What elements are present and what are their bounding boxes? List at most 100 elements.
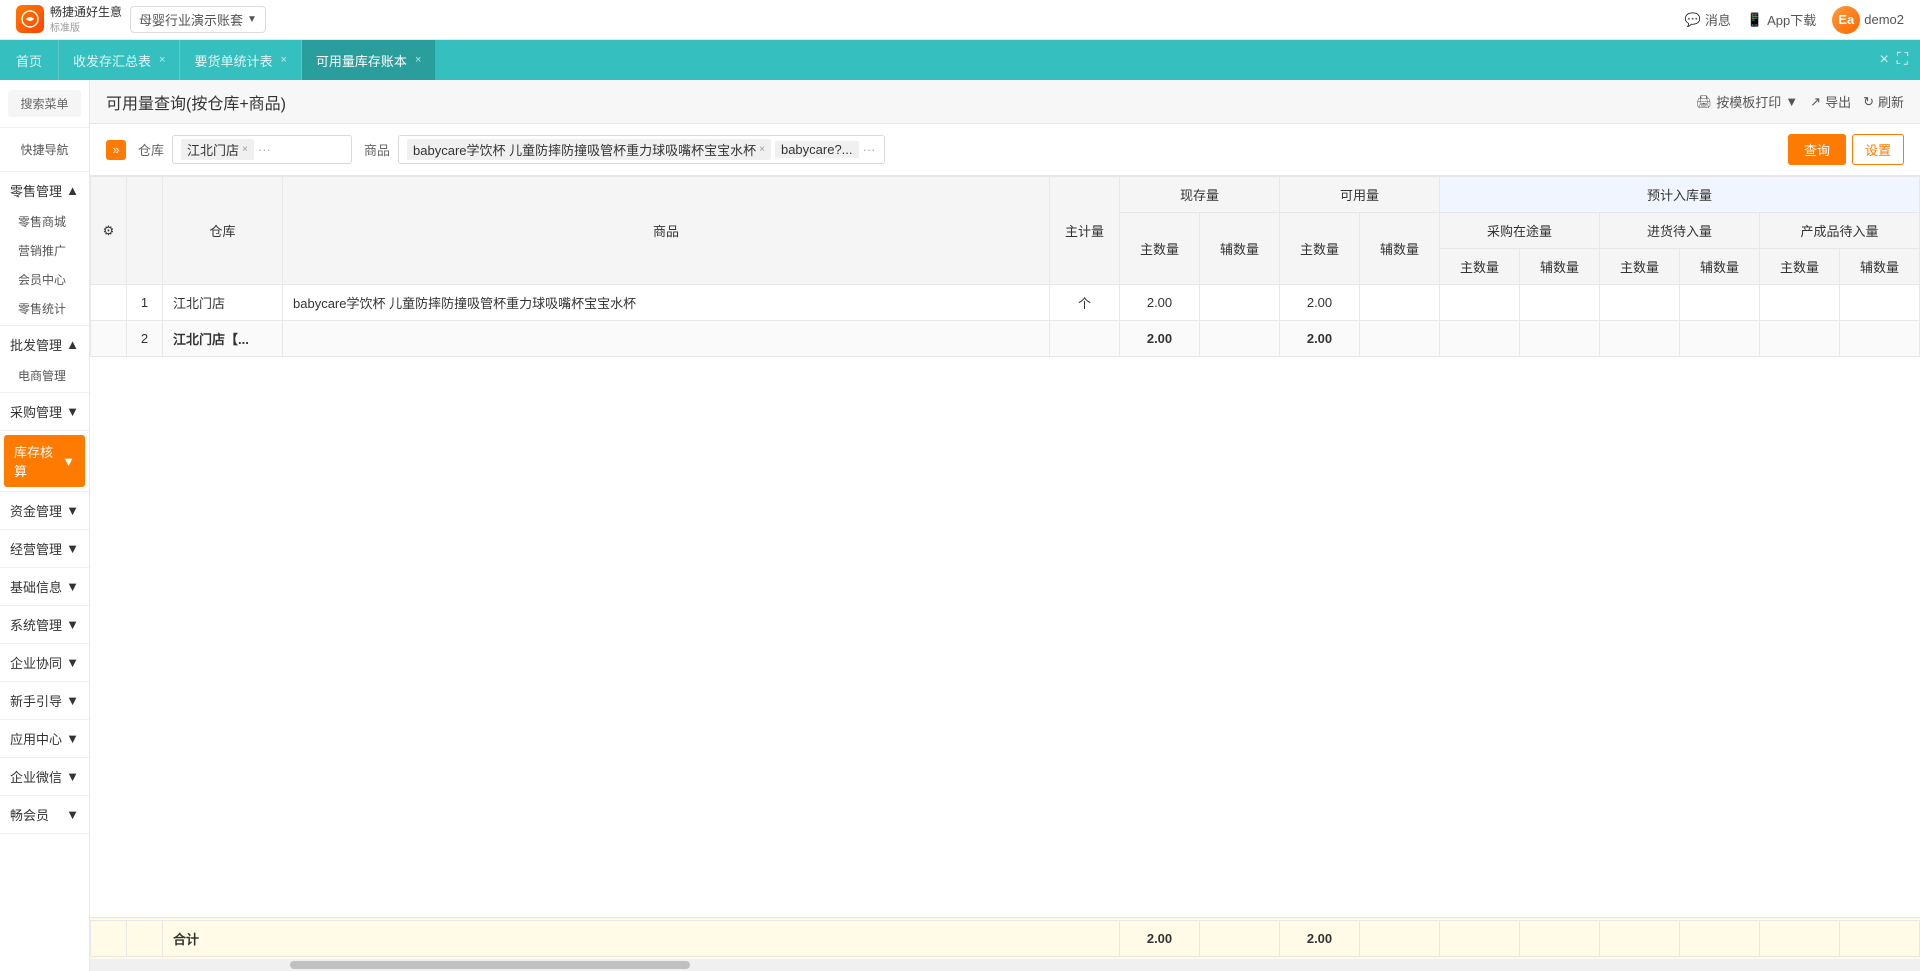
col-avail-main: 主数量 <box>1280 213 1360 285</box>
user-profile[interactable]: Ea demo2 <box>1832 6 1904 34</box>
sidebar-item-ecommerce[interactable]: 电商管理 <box>0 361 89 390</box>
horizontal-scrollbar[interactable] <box>90 959 1920 971</box>
app-download-action[interactable]: 📱 App下载 <box>1747 10 1816 29</box>
page-header: 可用量查询(按仓库+商品) 🖨 按模板打印 ▼ ↗ 导出 ↻ 刷新 <box>90 80 1920 124</box>
sidebar-section-wholesale-chevron: ▲ <box>66 337 79 352</box>
sidebar-section-purchase-chevron: ▼ <box>66 404 79 419</box>
footer-inbound-aux <box>1680 921 1760 957</box>
sidebar-section-appcenter-chevron: ▼ <box>66 731 79 746</box>
footer-row: 合计 2.00 2.00 <box>91 921 1920 957</box>
sidebar-section-newbie-header[interactable]: 新手引导 ▼ <box>0 684 89 717</box>
tab-receivables[interactable]: 收发存汇总表 × <box>59 40 180 80</box>
row2-current-main: 2.00 <box>1120 321 1200 357</box>
refresh-action[interactable]: ↻ 刷新 <box>1863 92 1904 111</box>
row1-purchase-main <box>1440 285 1520 321</box>
footer-production-aux <box>1840 921 1920 957</box>
product-filter-dots[interactable]: ··· <box>863 142 876 157</box>
row2-production-aux <box>1840 321 1920 357</box>
col-current-aux: 辅数量 <box>1200 213 1280 285</box>
footer-avail-total: 2.00 <box>1280 921 1360 957</box>
sidebar-section-wechat-header[interactable]: 企业微信 ▼ <box>0 760 89 793</box>
column-settings-icon[interactable]: ⚙ <box>103 223 115 238</box>
product-input[interactable]: babycare学饮杯 儿童防摔防撞吸管杯重力球吸嘴杯宝宝水杯 × babyca… <box>398 135 884 164</box>
export-icon: ↗ <box>1810 94 1821 110</box>
sidebar-section-base-chevron: ▼ <box>66 579 79 594</box>
avatar-text: Ea <box>1838 12 1854 27</box>
sidebar-item-retail-stats[interactable]: 零售统计 <box>0 294 89 323</box>
tab-close-all-icon[interactable]: × <box>1879 51 1888 69</box>
tab-available-stock[interactable]: 可用量库存账本 × <box>302 40 436 80</box>
footer-purchase-transit-main <box>1440 921 1520 957</box>
sidebar-item-marketing[interactable]: 营销推广 <box>0 236 89 265</box>
content-area: 可用量查询(按仓库+商品) 🖨 按模板打印 ▼ ↗ 导出 ↻ 刷新 <box>90 80 1920 971</box>
tab-available-stock-label: 可用量库存账本 <box>316 51 407 70</box>
sidebar-section-operations-chevron: ▼ <box>66 541 79 556</box>
sidebar-item-retail-mall[interactable]: 零售商城 <box>0 207 89 236</box>
sidebar-section-base-header[interactable]: 基础信息 ▼ <box>0 570 89 603</box>
query-button[interactable]: 查询 <box>1788 134 1846 165</box>
search-menu-button[interactable]: 搜索菜单 <box>8 90 81 117</box>
print-action[interactable]: 🖨 按模板打印 ▼ <box>1696 92 1798 111</box>
sidebar-section-wechat-chevron: ▼ <box>66 769 79 784</box>
row2-current-aux <box>1200 321 1280 357</box>
product-tag-1-close-icon[interactable]: × <box>759 144 765 155</box>
sidebar-section-appcenter-header[interactable]: 应用中心 ▼ <box>0 722 89 755</box>
tab-maximize-icon[interactable]: ⛶ <box>1897 51 1908 69</box>
row1-avail-main: 2.00 <box>1280 285 1360 321</box>
col-production-pending: 产成品待入量 <box>1760 213 1920 249</box>
nav-tabs-bar: 首页 收发存汇总表 × 要货单统计表 × 可用量库存账本 × × ⛶ <box>0 40 1920 80</box>
row2-production-main <box>1760 321 1840 357</box>
col-product: 商品 <box>283 177 1050 285</box>
sidebar-item-quicknav[interactable]: 快捷导航 <box>0 134 89 165</box>
message-action[interactable]: 💬 消息 <box>1685 10 1731 29</box>
industry-selector[interactable]: 母婴行业演示账套 ▼ <box>130 6 266 33</box>
row1-production-main <box>1760 285 1840 321</box>
scrollbar-thumb[interactable] <box>290 961 690 969</box>
sidebar-section-member-label: 畅会员 <box>10 805 49 824</box>
sidebar-section-enterprise-label: 企业协同 <box>10 653 62 672</box>
footer-purchase-transit-aux <box>1520 921 1600 957</box>
sidebar-section-member-header[interactable]: 畅会员 ▼ <box>0 798 89 831</box>
row1-inbound-main <box>1600 285 1680 321</box>
sidebar-section-wholesale: 批发管理 ▲ 电商管理 <box>0 326 89 393</box>
row1-production-aux <box>1840 285 1920 321</box>
sidebar-section-retail-header[interactable]: 零售管理 ▲ <box>0 174 89 207</box>
sidebar-section-member-chevron: ▼ <box>66 807 79 822</box>
row1-avail-aux <box>1360 285 1440 321</box>
row2-product <box>283 321 1050 357</box>
tab-home[interactable]: 首页 <box>0 40 59 80</box>
settings-button[interactable]: 设置 <box>1852 134 1904 165</box>
sidebar-section-operations-header[interactable]: 经营管理 ▼ <box>0 532 89 565</box>
row1-inbound-aux <box>1680 285 1760 321</box>
user-name: demo2 <box>1864 12 1904 27</box>
sidebar-section-finance-header[interactable]: 资金管理 ▼ <box>0 494 89 527</box>
col-available: 可用量 <box>1280 177 1440 213</box>
top-header: 畅捷通好生意 标准版 母婴行业演示账套 ▼ 💬 消息 📱 App下载 Ea de… <box>0 0 1920 40</box>
warehouse-filter-dots[interactable]: ··· <box>258 142 271 157</box>
sidebar-section-finance-chevron: ▼ <box>66 503 79 518</box>
row2-inbound-aux <box>1680 321 1760 357</box>
col-purchase-transit-main: 主数量 <box>1440 249 1520 285</box>
tab-order-stats[interactable]: 要货单统计表 × <box>180 40 301 80</box>
warehouse-tag-close-icon[interactable]: × <box>242 144 248 155</box>
sidebar-item-member-center[interactable]: 会员中心 <box>0 265 89 294</box>
sidebar-section-inventory-header[interactable]: 库存核算 ▼ <box>4 435 85 487</box>
sidebar-section-wholesale-header[interactable]: 批发管理 ▲ <box>0 328 89 361</box>
sidebar-section-finance: 资金管理 ▼ <box>0 492 89 530</box>
row1-product: babycare学饮杯 儿童防摔防撞吸管杯重力球吸嘴杯宝宝水杯 <box>283 285 1050 321</box>
tab-receivables-close-icon[interactable]: × <box>159 54 165 66</box>
export-action[interactable]: ↗ 导出 <box>1810 92 1851 111</box>
sidebar-section-system-header[interactable]: 系统管理 ▼ <box>0 608 89 641</box>
filter-expand-button[interactable]: » <box>106 140 126 160</box>
row1-settings <box>91 285 127 321</box>
sidebar-search-area: 搜索菜单 <box>0 80 89 128</box>
row2-avail-aux <box>1360 321 1440 357</box>
main-layout: 搜索菜单 快捷导航 零售管理 ▲ 零售商城 营销推广 会员中心 零售统计 批发管… <box>0 80 1920 971</box>
sidebar-section-enterprise-header[interactable]: 企业协同 ▼ <box>0 646 89 679</box>
tab-order-stats-close-icon[interactable]: × <box>280 54 286 66</box>
logo-area: 畅捷通好生意 标准版 <box>16 5 122 34</box>
tab-available-stock-close-icon[interactable]: × <box>415 54 421 66</box>
row2-inbound-main <box>1600 321 1680 357</box>
sidebar-section-purchase-header[interactable]: 采购管理 ▼ <box>0 395 89 428</box>
warehouse-input[interactable]: 江北门店 × ··· <box>172 135 352 164</box>
